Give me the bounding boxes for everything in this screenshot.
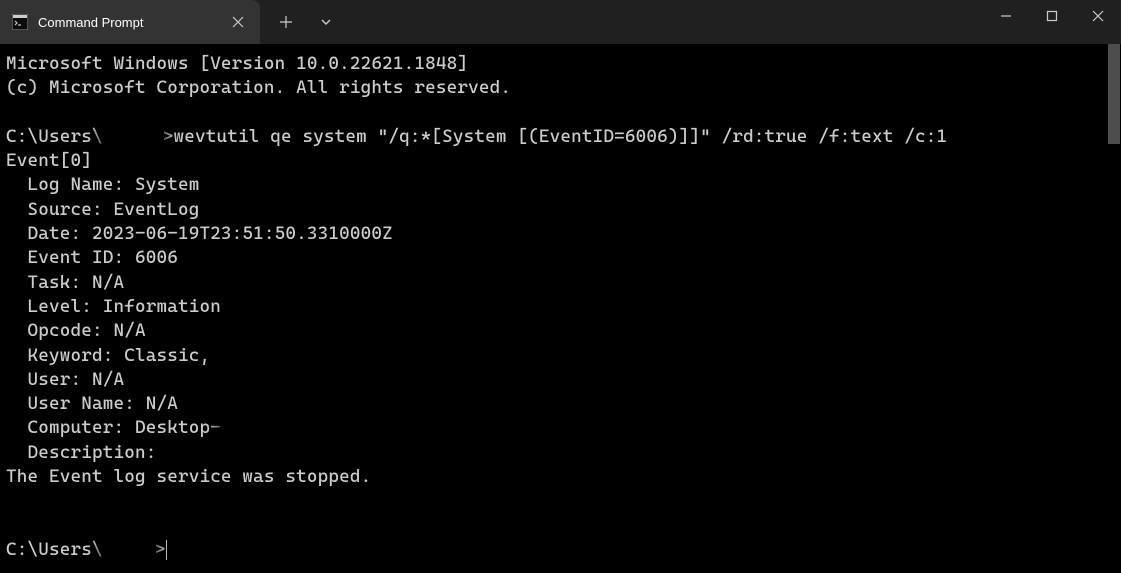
close-window-button[interactable] — [1075, 0, 1121, 32]
output-line: Opcode: N/A — [6, 320, 146, 341]
output-line: Date: 2023-06-19T23:51:50.3310000Z — [6, 223, 393, 244]
window-controls — [983, 0, 1121, 44]
redacted-username — [103, 128, 163, 146]
scrollbar-thumb[interactable] — [1108, 44, 1120, 144]
terminal-output[interactable]: Microsoft Windows [Version 10.0.22621.18… — [0, 44, 1121, 573]
output-line: Computer: Desktop- — [6, 417, 221, 438]
output-line: Event ID: 6006 — [6, 247, 178, 268]
scrollbar[interactable] — [1107, 44, 1121, 573]
output-line: Microsoft Windows [Version 10.0.22621.18… — [6, 53, 468, 74]
title-bar: Command Prompt — [0, 0, 1121, 44]
tab-close-button[interactable] — [228, 12, 248, 32]
cmd-icon — [12, 14, 28, 30]
output-line: Event[0] — [6, 150, 92, 171]
output-line: Description: — [6, 442, 156, 463]
text-cursor — [166, 540, 167, 560]
output-line: (c) Microsoft Corporation. All rights re… — [6, 77, 511, 98]
terminal-area: Microsoft Windows [Version 10.0.22621.18… — [0, 44, 1121, 573]
active-tab[interactable]: Command Prompt — [0, 0, 260, 44]
minimize-button[interactable] — [983, 0, 1029, 32]
maximize-button[interactable] — [1029, 0, 1075, 32]
output-line: Keyword: Classic, — [6, 345, 210, 366]
output-line: User: N/A — [6, 369, 124, 390]
redacted-hostname — [221, 420, 309, 438]
output-line: Source: EventLog — [6, 199, 199, 220]
output-line: Log Name: System — [6, 174, 199, 195]
output-line: User Name: N/A — [6, 393, 178, 414]
tab-title: Command Prompt — [38, 15, 218, 30]
new-tab-button[interactable] — [268, 4, 304, 40]
output-line: Task: N/A — [6, 272, 124, 293]
prompt-path: C:\Users\ — [6, 126, 103, 147]
output-line: Level: Information — [6, 296, 221, 317]
output-line: The Event log service was stopped. — [6, 466, 371, 487]
prompt-char: > — [155, 539, 166, 560]
prompt-command: >wevtutil qe system "/q:*[System [(Event… — [163, 126, 948, 147]
tab-actions — [260, 0, 344, 44]
redacted-username — [103, 541, 155, 559]
prompt-path: C:\Users\ — [6, 539, 103, 560]
tab-dropdown-button[interactable] — [308, 4, 344, 40]
